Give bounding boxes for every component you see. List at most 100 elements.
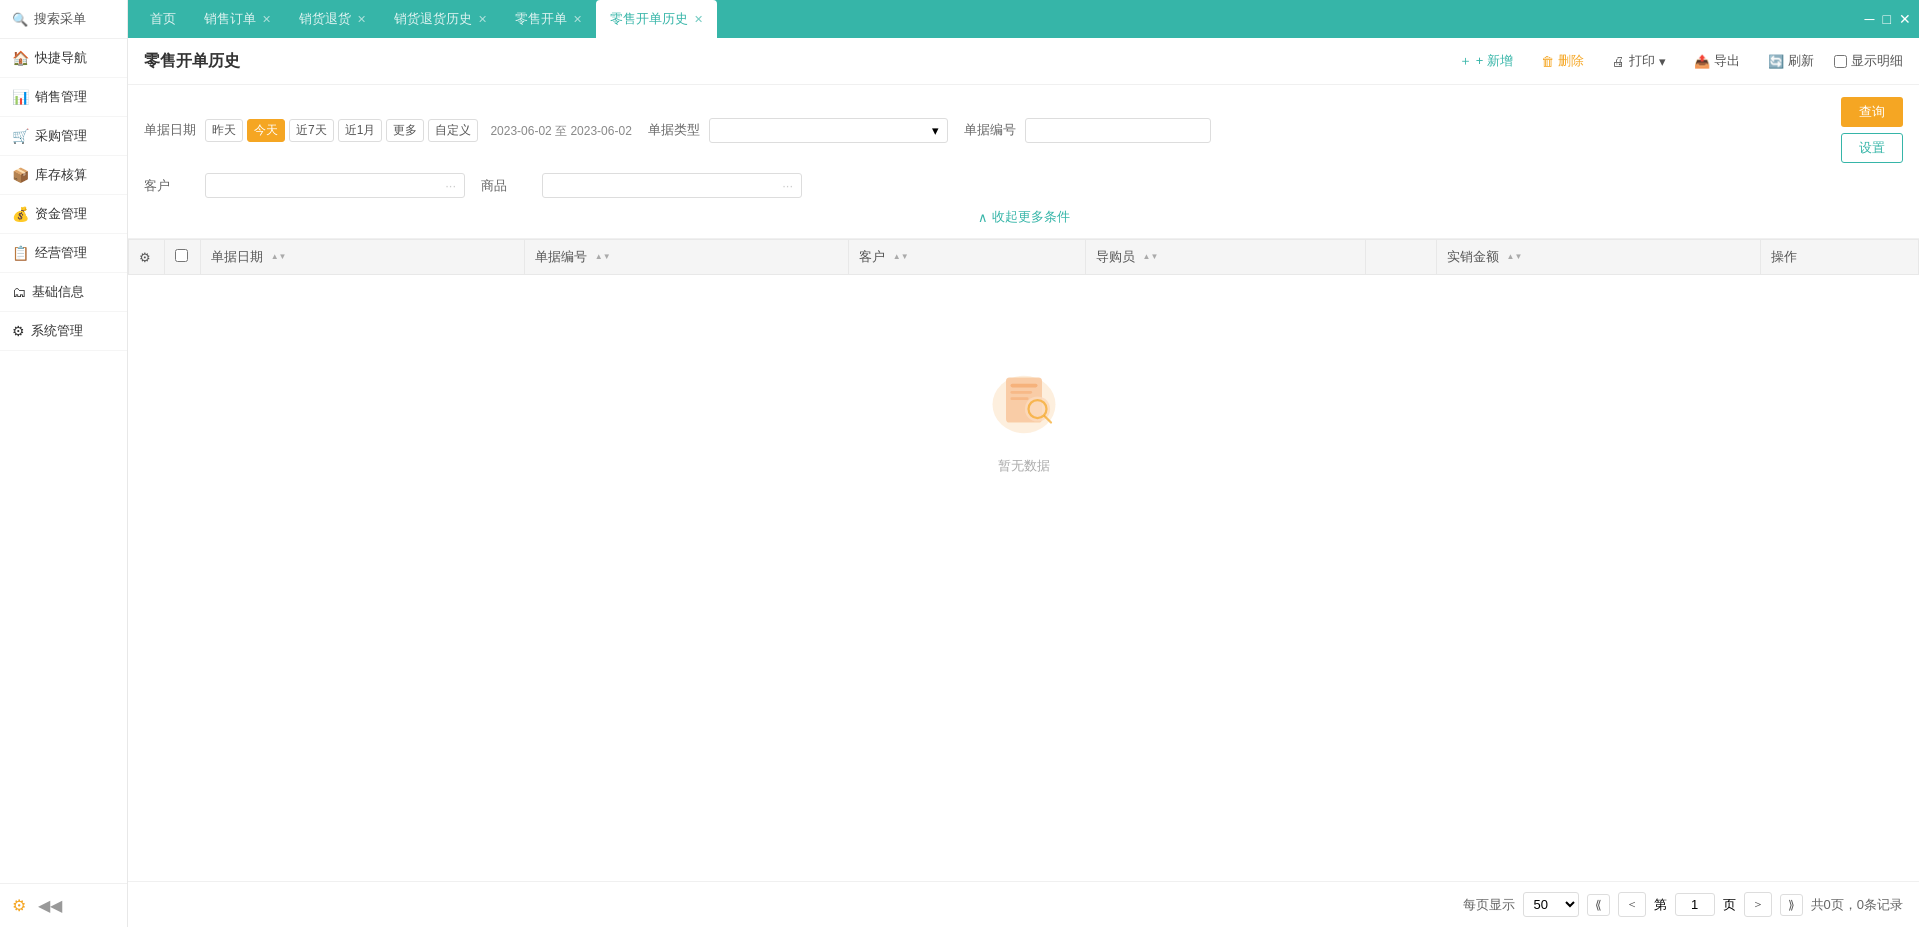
number-filter-input[interactable] bbox=[1025, 118, 1211, 143]
sidebar-item-label: 采购管理 bbox=[35, 127, 87, 145]
col-number-sort[interactable]: ▲▼ bbox=[595, 253, 611, 262]
sidebar-collapse-button[interactable]: ◀◀ bbox=[38, 896, 62, 915]
tab-sales-order-close[interactable]: ✕ bbox=[262, 13, 271, 26]
col-amount-sort[interactable]: ▲▼ bbox=[1507, 253, 1523, 262]
date-btn-today[interactable]: 今天 bbox=[247, 119, 285, 142]
sales-icon: 📊 bbox=[12, 89, 29, 105]
setting-button[interactable]: 设置 bbox=[1841, 133, 1903, 163]
date-btn-1month[interactable]: 近1月 bbox=[338, 119, 383, 142]
goods-filter-input[interactable]: ··· bbox=[542, 173, 802, 198]
add-button[interactable]: ＋ + 新增 bbox=[1451, 48, 1521, 74]
per-page-select[interactable]: 50 100 200 bbox=[1523, 892, 1579, 917]
sidebar-item-purchase[interactable]: 🛒 采购管理 bbox=[0, 117, 127, 156]
filter-area: 单据日期 昨天 今天 近7天 近1月 更多 自定义 2023-06-02 至 2… bbox=[128, 85, 1919, 239]
type-filter-select[interactable]: ▾ bbox=[709, 118, 948, 143]
col-customer: 客户 ▲▼ bbox=[849, 240, 1086, 275]
goods-filter-label: 商品 bbox=[481, 177, 536, 195]
export-button[interactable]: 📤 导出 bbox=[1686, 48, 1748, 74]
window-maximize-button[interactable]: □ bbox=[1883, 11, 1891, 27]
sidebar-item-operations[interactable]: 📋 经营管理 bbox=[0, 234, 127, 273]
col-ops-label: 操作 bbox=[1771, 249, 1797, 264]
tab-sales-order[interactable]: 销售订单 ✕ bbox=[190, 0, 285, 38]
display-toggle[interactable]: 显示明细 bbox=[1834, 52, 1903, 70]
col-gear[interactable]: ⚙ bbox=[129, 240, 165, 275]
tab-sales-return-close[interactable]: ✕ bbox=[357, 13, 366, 26]
svg-rect-4 bbox=[1010, 397, 1028, 400]
tab-retail-order[interactable]: 零售开单 ✕ bbox=[501, 0, 596, 38]
window-minimize-button[interactable]: ─ bbox=[1865, 11, 1875, 27]
page-first-button[interactable]: ⟪ bbox=[1587, 894, 1610, 916]
page-number-input[interactable]: 1 bbox=[1675, 893, 1715, 916]
date-btn-custom[interactable]: 自定义 bbox=[428, 119, 478, 142]
date-btn-7days[interactable]: 近7天 bbox=[289, 119, 334, 142]
col-date-sort[interactable]: ▲▼ bbox=[271, 253, 287, 262]
inventory-icon: 📦 bbox=[12, 167, 29, 183]
delete-button[interactable]: 🗑 删除 bbox=[1533, 48, 1592, 74]
date-filter-label: 单据日期 bbox=[144, 121, 199, 139]
col-amount-label: 实销金额 bbox=[1447, 249, 1499, 264]
col-amount: 实销金额 ▲▼ bbox=[1436, 240, 1760, 275]
type-filter-field: 单据类型 ▾ bbox=[648, 118, 948, 143]
refresh-button[interactable]: 🔄 刷新 bbox=[1760, 48, 1822, 74]
collapse-arrow-icon: ∧ bbox=[978, 210, 988, 225]
sidebar-item-quicknav[interactable]: 🏠 快捷导航 bbox=[0, 39, 127, 78]
query-button[interactable]: 查询 bbox=[1841, 97, 1903, 127]
customer-filter-input[interactable]: ··· bbox=[205, 173, 465, 198]
sidebar-search[interactable]: 🔍 搜索采单 bbox=[0, 0, 127, 39]
per-page-label: 每页显示 bbox=[1463, 896, 1515, 914]
page-header: 零售开单历史 ＋ + 新增 🗑 删除 🖨 打印 ▾ 📤 导出 bbox=[128, 38, 1919, 85]
customer-filter-label: 客户 bbox=[144, 177, 199, 195]
tab-retail-order-history-close[interactable]: ✕ bbox=[694, 13, 703, 26]
select-all-checkbox[interactable] bbox=[175, 249, 188, 262]
date-range-text: 2023-06-02 至 2023-06-02 bbox=[490, 123, 631, 140]
filter-row-1: 单据日期 昨天 今天 近7天 近1月 更多 自定义 2023-06-02 至 2… bbox=[144, 97, 1903, 163]
toolbar: ＋ + 新增 🗑 删除 🖨 打印 ▾ 📤 导出 🔄 bbox=[1451, 48, 1903, 74]
add-label: + 新增 bbox=[1476, 52, 1513, 70]
window-close-button[interactable]: ✕ bbox=[1899, 11, 1911, 27]
col-guide-label: 导购员 bbox=[1096, 249, 1135, 264]
date-btn-more[interactable]: 更多 bbox=[386, 119, 424, 142]
display-checkbox[interactable] bbox=[1834, 55, 1847, 68]
gear-col-icon[interactable]: ⚙ bbox=[139, 250, 151, 265]
type-filter-label: 单据类型 bbox=[648, 121, 703, 139]
page-last-button[interactable]: ⟫ bbox=[1780, 894, 1803, 916]
sidebar-item-label: 系统管理 bbox=[31, 322, 83, 340]
settings-gear-button[interactable]: ⚙ bbox=[12, 896, 26, 915]
page-prev-button[interactable]: ＜ bbox=[1618, 892, 1646, 917]
tab-sales-return-history-close[interactable]: ✕ bbox=[478, 13, 487, 26]
col-guide-sort[interactable]: ▲▼ bbox=[1143, 253, 1159, 262]
col-checkbox[interactable] bbox=[165, 240, 201, 275]
tab-sales-return-history[interactable]: 销货退货历史 ✕ bbox=[380, 0, 501, 38]
tab-sales-return-history-label: 销货退货历史 bbox=[394, 10, 472, 28]
sidebar-item-label: 基础信息 bbox=[32, 283, 84, 301]
table-area: ⚙ 单据日期 ▲▼ 单据编号 ▲▼ bbox=[128, 239, 1919, 881]
tab-home[interactable]: 首页 bbox=[136, 0, 190, 38]
empty-state-text: 暂无数据 bbox=[998, 457, 1050, 475]
main-area: 首页 销售订单 ✕ 销货退货 ✕ 销货退货历史 ✕ 零售开单 ✕ 零售开单历史 … bbox=[128, 0, 1919, 927]
date-btn-yesterday[interactable]: 昨天 bbox=[205, 119, 243, 142]
page-label: 第 bbox=[1654, 896, 1667, 914]
refresh-icon: 🔄 bbox=[1768, 54, 1784, 69]
collapse-filter-label: 收起更多条件 bbox=[992, 208, 1070, 226]
col-spacer bbox=[1366, 240, 1437, 275]
export-label: 导出 bbox=[1714, 52, 1740, 70]
page-next-button[interactable]: ＞ bbox=[1744, 892, 1772, 917]
tab-retail-order-history[interactable]: 零售开单历史 ✕ bbox=[596, 0, 717, 38]
empty-state-icon bbox=[979, 355, 1069, 445]
collapse-filter-link[interactable]: ∧ 收起更多条件 bbox=[978, 208, 1070, 226]
tab-retail-order-close[interactable]: ✕ bbox=[573, 13, 582, 26]
col-customer-sort[interactable]: ▲▼ bbox=[893, 253, 909, 262]
date-filter-buttons: 昨天 今天 近7天 近1月 更多 自定义 bbox=[205, 119, 478, 142]
sidebar-item-finance[interactable]: 💰 资金管理 bbox=[0, 195, 127, 234]
sidebar-item-system[interactable]: ⚙ 系统管理 bbox=[0, 312, 127, 351]
print-button[interactable]: 🖨 打印 ▾ bbox=[1604, 48, 1674, 74]
goods-filter-field: 商品 ··· bbox=[481, 173, 802, 198]
customer-filter-field: 客户 ··· bbox=[144, 173, 465, 198]
sidebar-item-sales[interactable]: 📊 销售管理 bbox=[0, 78, 127, 117]
tab-sales-return[interactable]: 销货退货 ✕ bbox=[285, 0, 380, 38]
page-title: 零售开单历史 bbox=[144, 51, 240, 72]
sidebar-item-inventory[interactable]: 📦 库存核算 bbox=[0, 156, 127, 195]
tab-home-label: 首页 bbox=[150, 10, 176, 28]
sidebar-item-baseinfo[interactable]: 🗂 基础信息 bbox=[0, 273, 127, 312]
col-customer-label: 客户 bbox=[859, 249, 885, 264]
